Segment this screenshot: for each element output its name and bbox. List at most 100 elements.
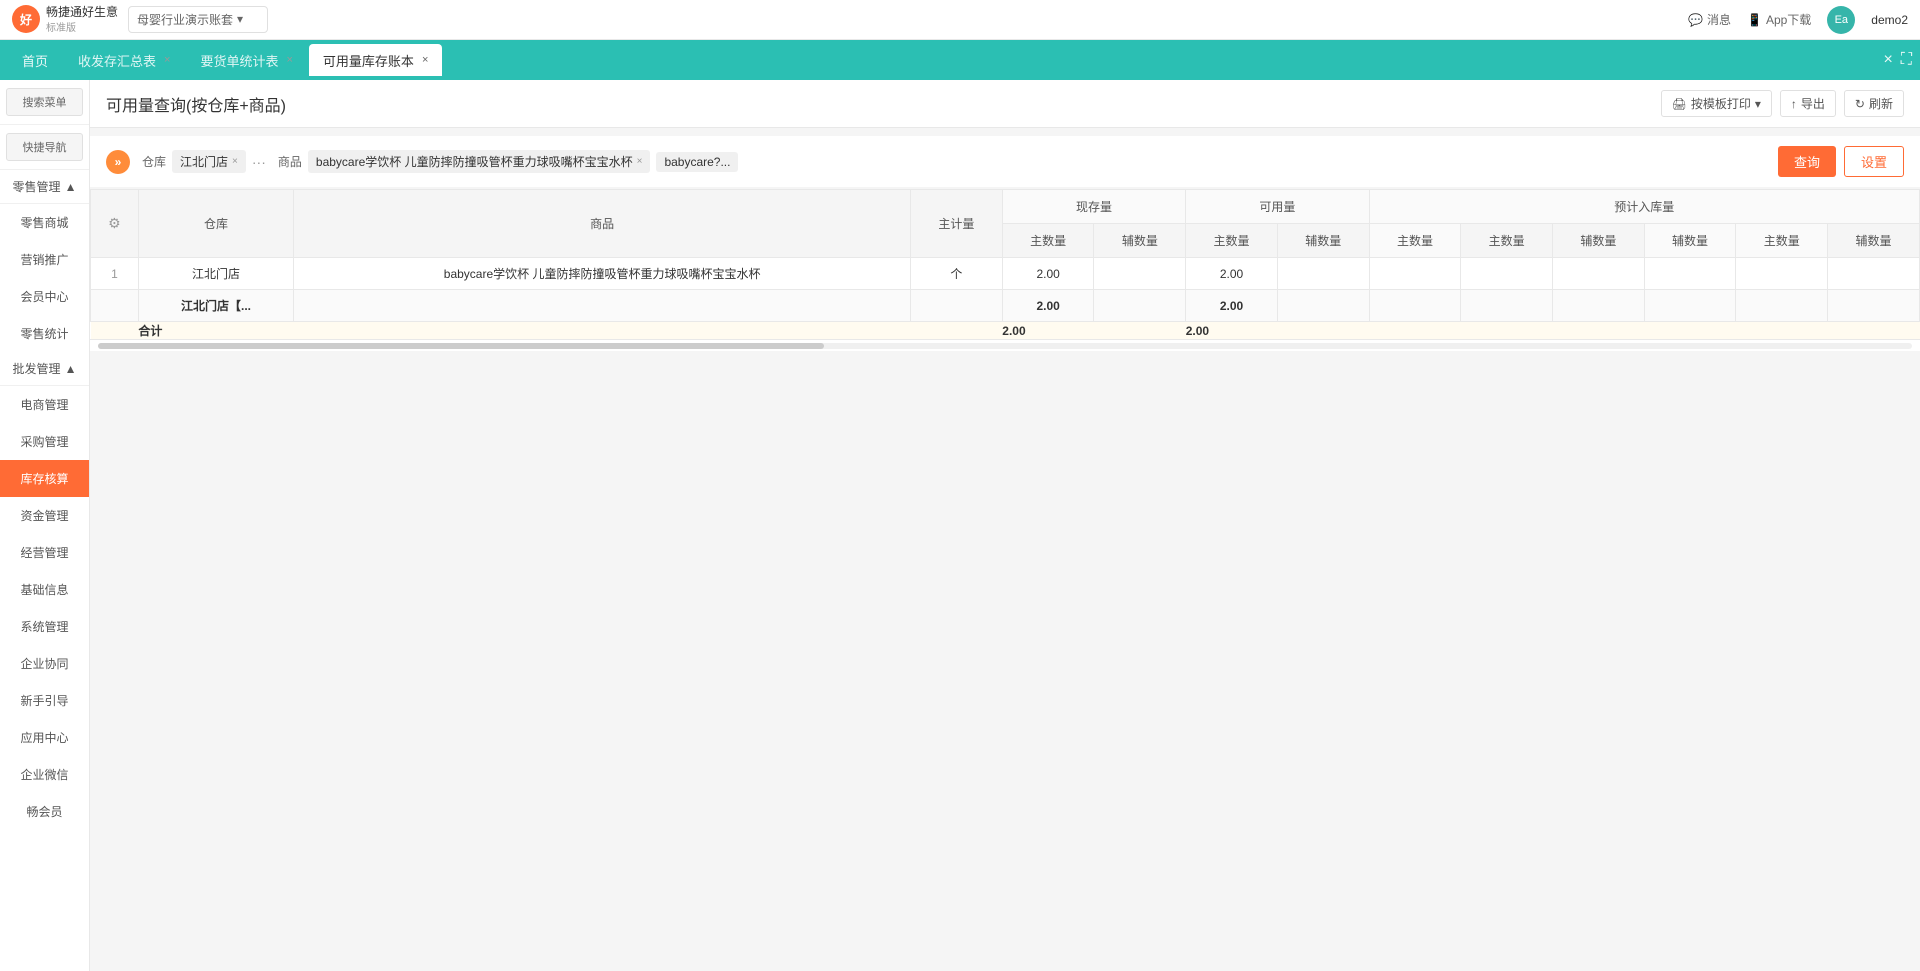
sidebar-item-retail-management[interactable]: 零售管理 ▲ (0, 170, 89, 204)
page-title: 可用量查询(按仓库+商品) (106, 92, 286, 116)
system-label: 系统管理 (20, 618, 68, 635)
query-button[interactable]: 查询 (1778, 146, 1836, 177)
product-filter-label: 商品 (278, 153, 302, 170)
app-icon: 📱 (1747, 13, 1762, 27)
export-icon: ↑ (1791, 97, 1797, 111)
refresh-label: 刷新 (1869, 95, 1893, 112)
th-settings[interactable]: ⚙ (91, 190, 139, 258)
top-bar-left: 好 畅捷通好生意 标准版 母婴行业演示账套 ▾ (12, 5, 268, 34)
total-p4 (1644, 322, 1736, 340)
app-download-button[interactable]: 📱 App下载 (1747, 11, 1811, 28)
sidebar-item-wholesale[interactable]: 批发管理 ▲ (0, 352, 89, 386)
subtotal-avail-main: 2.00 (1186, 290, 1278, 322)
th-products-pending: 主数量 (1736, 224, 1828, 258)
nav-tabs-right: × ⛶ (1883, 51, 1912, 69)
sidebar-item-enterprise[interactable]: 企业协同 (0, 645, 89, 682)
finance-label: 资金管理 (20, 507, 68, 524)
total-avail-main: 2.00 (1186, 322, 1278, 340)
filter-action-buttons: 查询 设置 (1778, 146, 1904, 177)
tab-receipts[interactable]: 收发存汇总表 × (64, 44, 184, 76)
warehouse-tag-close[interactable]: × (232, 156, 238, 167)
horizontal-scrollbar[interactable] (90, 339, 1920, 351)
sidebar-item-purchase[interactable]: 采购管理 (0, 423, 89, 460)
setting-button[interactable]: 设置 (1844, 146, 1904, 177)
th-purchase-transit: 主数量 (1369, 224, 1461, 258)
warehouse-filter-more[interactable]: ··· (252, 154, 266, 170)
sidebar-item-vip[interactable]: 畅会员 (0, 793, 89, 830)
subtotal-p2 (1461, 290, 1553, 322)
tab-orders[interactable]: 要货单统计表 × (186, 44, 306, 76)
tab-inventory[interactable]: 可用量库存账本 × (309, 44, 442, 76)
sidebar-item-inventory-check[interactable]: 库存核算 (0, 460, 89, 497)
filter-expand-button[interactable]: » (106, 150, 130, 174)
sidebar-item-business[interactable]: 经营管理 (0, 534, 89, 571)
inventory-table: ⚙ 仓库 商品 主计量 现存量 可用量 预计入库量 主数量 辅数量 主数量 辅数… (90, 189, 1920, 339)
total-empty (91, 322, 139, 340)
tab-home[interactable]: 首页 (8, 44, 62, 76)
row-product: babycare学饮杯 儿童防摔防撞吸管杯重力球吸嘴杯宝宝水杯 (294, 258, 911, 290)
member-label: 会员中心 (20, 288, 68, 305)
row-inbound-aux (1644, 258, 1736, 290)
receipts-tab-label: 收发存汇总表 (78, 51, 156, 70)
store-select[interactable]: 母婴行业演示账套 ▾ (128, 6, 268, 33)
warehouse-filter-tag[interactable]: 江北门店 × (172, 150, 246, 173)
sidebar-item-marketing[interactable]: 营销推广 (0, 241, 89, 278)
th-current-aux: 辅数量 (1094, 224, 1186, 258)
total-p1 (1369, 322, 1461, 340)
orders-tab-label: 要货单统计表 (200, 51, 278, 70)
receipts-tab-close[interactable]: × (164, 54, 170, 66)
settings-icon[interactable]: ⚙ (108, 215, 121, 231)
sidebar-item-system[interactable]: 系统管理 (0, 608, 89, 645)
subtotal-row: 江北门店【... 2.00 2.00 (91, 290, 1920, 322)
expand-window-icon[interactable]: ⛶ (1901, 51, 1912, 69)
inventory-tab-close[interactable]: × (422, 54, 428, 66)
row-unit: 个 (911, 258, 1003, 290)
th-avail-aux: 辅数量 (1277, 224, 1369, 258)
sidebar-item-newbie[interactable]: 新手引导 (0, 682, 89, 719)
search-menu-button[interactable]: 搜索菜单 (6, 88, 83, 116)
product-filter-tag1[interactable]: babycare学饮杯 儿童防摔防撞吸管杯重力球吸嘴杯宝宝水杯 × (308, 150, 651, 173)
th-warehouse: 仓库 (138, 190, 293, 258)
th-inbound-pending: 辅数量 (1644, 224, 1736, 258)
th-planned-inbound: 预计入库量 (1369, 190, 1919, 224)
subtotal-p1 (1369, 290, 1461, 322)
sidebar-item-member[interactable]: 会员中心 (0, 278, 89, 315)
total-current-main: 2.00 (1002, 322, 1094, 340)
sidebar-item-retail-stats[interactable]: 零售统计 (0, 315, 89, 352)
sidebar-item-enterprise-wx[interactable]: 企业微信 (0, 756, 89, 793)
row-products-aux (1828, 258, 1920, 290)
sidebar-item-finance[interactable]: 资金管理 (0, 497, 89, 534)
user-name[interactable]: demo2 (1871, 13, 1908, 27)
export-button[interactable]: ↑ 导出 (1780, 90, 1836, 117)
row-inbound-main (1553, 258, 1645, 290)
sidebar-item-ecommerce[interactable]: 电商管理 (0, 386, 89, 423)
filter-area: » 仓库 江北门店 × ··· 商品 babycare学饮杯 儿童防摔防撞吸管杯… (90, 136, 1920, 187)
print-button[interactable]: 🖨 按模板打印 ▾ (1661, 90, 1772, 117)
refresh-button[interactable]: ↻ 刷新 (1844, 90, 1904, 117)
scrollbar-thumb (98, 343, 824, 349)
top-bar-right: 💬 消息 📱 App下载 Ea demo2 (1688, 6, 1908, 34)
row-current-aux (1094, 258, 1186, 290)
row-purchase-aux (1461, 258, 1553, 290)
product-filter-tag2[interactable]: babycare?... (656, 152, 738, 172)
close-window-icon[interactable]: × (1883, 51, 1892, 69)
orders-tab-close[interactable]: × (286, 54, 292, 66)
inventory-tab-label: 可用量库存账本 (323, 51, 414, 70)
quick-nav-button[interactable]: 快捷导航 (6, 133, 83, 161)
retail-stats-label: 零售统计 (20, 325, 68, 342)
sidebar-item-retail-mall[interactable]: 零售商城 (0, 204, 89, 241)
th-avail-main: 主数量 (1186, 224, 1278, 258)
refresh-icon: ↻ (1855, 97, 1865, 111)
th-current-main: 主数量 (1002, 224, 1094, 258)
message-button[interactable]: 💬 消息 (1688, 11, 1731, 28)
total-current-aux (1094, 322, 1186, 340)
avatar: Ea (1827, 6, 1855, 34)
subtotal-product (294, 290, 911, 322)
th-product: 商品 (294, 190, 911, 258)
total-label: 合计 (138, 322, 293, 340)
sidebar-item-app-center[interactable]: 应用中心 (0, 719, 89, 756)
product-tag1-close[interactable]: × (637, 156, 643, 167)
row-products-main (1736, 258, 1828, 290)
scrollbar-track (98, 343, 1912, 349)
sidebar-item-basic[interactable]: 基础信息 (0, 571, 89, 608)
